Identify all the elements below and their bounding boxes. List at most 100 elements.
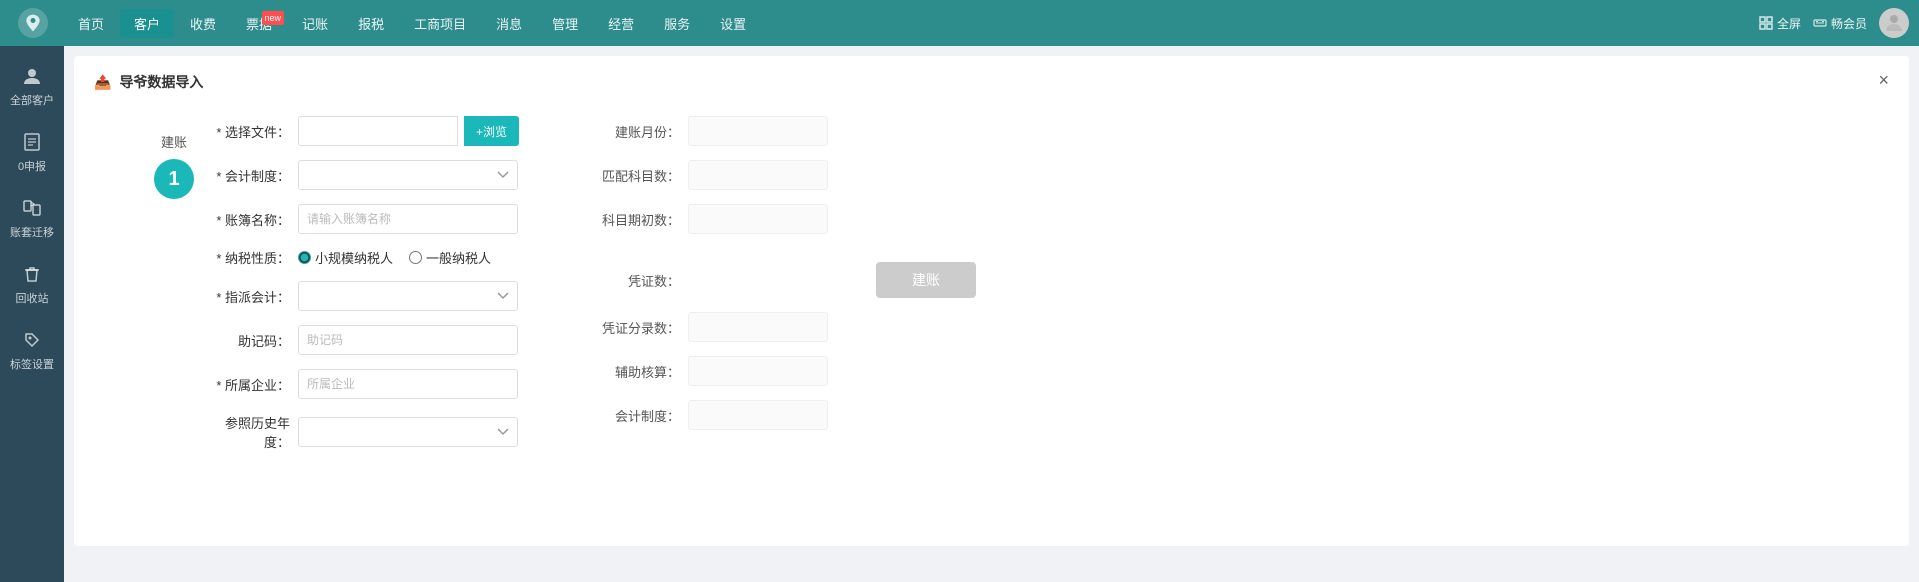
transfer-icon	[20, 196, 44, 220]
sidebar-item-customers[interactable]: 全部客户	[0, 54, 64, 116]
sidebar-declare-label: 0申报	[18, 158, 46, 174]
info-aux-label: 辅助核算：	[590, 362, 680, 381]
company-row: * 所属企业：	[210, 369, 550, 399]
new-badge: new	[262, 11, 285, 25]
nav-ticket[interactable]: 票据 new	[232, 9, 286, 38]
nav-items: 首页 客户 收费 票据 new 记账 报税 工商项目 消息 管理 经营 服务 设…	[64, 9, 1759, 38]
user-avatar[interactable]	[1879, 8, 1909, 38]
ledger-name-row: * 账簿名称：	[210, 204, 550, 234]
close-button[interactable]: ×	[1878, 70, 1889, 91]
info-match-value	[688, 160, 828, 190]
tax-general-radio[interactable]	[409, 251, 422, 264]
vip-btn[interactable]: 畅会员	[1813, 15, 1867, 32]
form-fields: * 选择文件： +浏览 * 会计制度：	[210, 116, 550, 451]
memo-input[interactable]	[298, 325, 518, 355]
info-period-label: 科目期初数：	[590, 210, 680, 229]
info-voucher-entries-row: 凭证分录数：	[590, 312, 976, 342]
history-year-select[interactable]	[298, 417, 518, 447]
logo	[10, 0, 56, 46]
nav-manage[interactable]: 管理	[538, 9, 592, 38]
memo-label: 助记码：	[210, 331, 290, 350]
vip-label: 畅会员	[1831, 15, 1867, 32]
page-title: 导爷数据导入	[119, 72, 203, 92]
tag-icon	[20, 328, 44, 352]
step-label: 建账	[161, 132, 187, 151]
history-year-row: 参照历史年度：	[210, 413, 550, 451]
info-voucher-label: 凭证数：	[590, 271, 680, 290]
main-content: 📤 导爷数据导入 × 建账 1 * 选择文件：	[64, 46, 1919, 582]
accountant-row: * 指派会计：	[210, 281, 550, 311]
info-month-label: 建账月份：	[590, 122, 680, 141]
tax-radio-group: 小规模纳税人 一般纳税人	[298, 248, 491, 267]
ledger-name-label: * 账簿名称：	[210, 210, 290, 229]
step-circle: 1	[154, 159, 194, 199]
browse-button[interactable]: +浏览	[464, 116, 519, 146]
nav-business[interactable]: 工商项目	[400, 9, 480, 38]
info-accounting-sys-value	[688, 400, 828, 430]
page-container: 📤 导爷数据导入 × 建账 1 * 选择文件：	[74, 56, 1909, 546]
tax-general-option[interactable]: 一般纳税人	[409, 248, 491, 267]
nav-fee[interactable]: 收费	[176, 9, 230, 38]
info-month-value	[688, 116, 828, 146]
info-period-value	[688, 204, 828, 234]
accounting-select[interactable]	[298, 160, 518, 190]
nav-bookkeeping[interactable]: 记账	[288, 9, 342, 38]
accountant-select[interactable]	[298, 281, 518, 311]
page-header: 📤 导爷数据导入	[94, 72, 1889, 92]
tax-small-radio[interactable]	[298, 251, 311, 264]
info-accounting-sys-label: 会计制度：	[590, 406, 680, 425]
tax-type-row: * 纳税性质： 小规模纳税人 一般纳税人	[210, 248, 550, 267]
accountant-label: * 指派会计：	[210, 287, 290, 306]
nav-home[interactable]: 首页	[64, 9, 118, 38]
sidebar-item-declare[interactable]: 0申报	[0, 120, 64, 182]
sidebar-item-tags[interactable]: 标签设置	[0, 318, 64, 380]
file-input-group: +浏览	[298, 116, 519, 146]
accounting-label: * 会计制度：	[210, 166, 290, 185]
sidebar: 全部客户 0申报 账套迁移	[0, 46, 64, 582]
nav-operation[interactable]: 经营	[594, 9, 648, 38]
company-label: * 所属企业：	[210, 375, 290, 394]
info-aux-row: 辅助核算：	[590, 356, 976, 386]
sidebar-customers-label: 全部客户	[10, 92, 54, 108]
file-row: * 选择文件： +浏览	[210, 116, 550, 146]
sidebar-item-trash[interactable]: 回收站	[0, 252, 64, 314]
info-period-row: 科目期初数：	[590, 204, 976, 234]
ledger-name-input[interactable]	[298, 204, 518, 234]
info-voucher-row: 凭证数： 建账	[590, 248, 976, 298]
right-section: 建账月份： 匹配科目数： 科目期初数： 凭证数：	[590, 116, 976, 451]
trash-icon	[20, 262, 44, 286]
info-match-label: 匹配科目数：	[590, 166, 680, 185]
sidebar-item-migrate[interactable]: 账套迁移	[0, 186, 64, 248]
memo-row: 助记码：	[210, 325, 550, 355]
nav-right: 全屏 畅会员	[1759, 8, 1909, 38]
info-voucher-entries-value	[688, 312, 828, 342]
info-month-row: 建账月份：	[590, 116, 976, 146]
tax-small-option[interactable]: 小规模纳税人	[298, 248, 393, 267]
form-left: 建账 1 * 选择文件： +浏览	[154, 116, 550, 451]
fullscreen-btn[interactable]: 全屏	[1759, 15, 1801, 32]
build-button[interactable]: 建账	[876, 262, 976, 298]
sidebar-migrate-label: 账套迁移	[10, 224, 54, 240]
user-icon	[20, 64, 44, 88]
accounting-row: * 会计制度：	[210, 160, 550, 190]
nav-message[interactable]: 消息	[482, 9, 536, 38]
top-nav: 首页 客户 收费 票据 new 记账 报税 工商项目 消息 管理 经营 服务 设…	[0, 0, 1919, 46]
info-accounting-sys-row: 会计制度：	[590, 400, 976, 430]
file-input[interactable]	[298, 116, 458, 146]
info-voucher-entries-label: 凭证分录数：	[590, 318, 680, 337]
history-year-label: 参照历史年度：	[210, 413, 290, 451]
sidebar-tags-label: 标签设置	[10, 356, 54, 372]
form-area: 建账 1 * 选择文件： +浏览	[94, 116, 1889, 451]
nav-tax[interactable]: 报税	[344, 9, 398, 38]
upload-icon: 📤	[94, 74, 111, 91]
tax-type-label: * 纳税性质：	[210, 248, 290, 267]
right-info-rows: 建账月份： 匹配科目数： 科目期初数： 凭证数：	[590, 116, 976, 430]
file-label: * 选择文件：	[210, 122, 290, 141]
nav-service[interactable]: 服务	[650, 9, 704, 38]
info-match-row: 匹配科目数：	[590, 160, 976, 190]
nav-settings[interactable]: 设置	[706, 9, 760, 38]
nav-customer[interactable]: 客户	[120, 9, 174, 38]
company-input[interactable]	[298, 369, 518, 399]
report-icon	[20, 130, 44, 154]
fullscreen-label: 全屏	[1777, 15, 1801, 32]
